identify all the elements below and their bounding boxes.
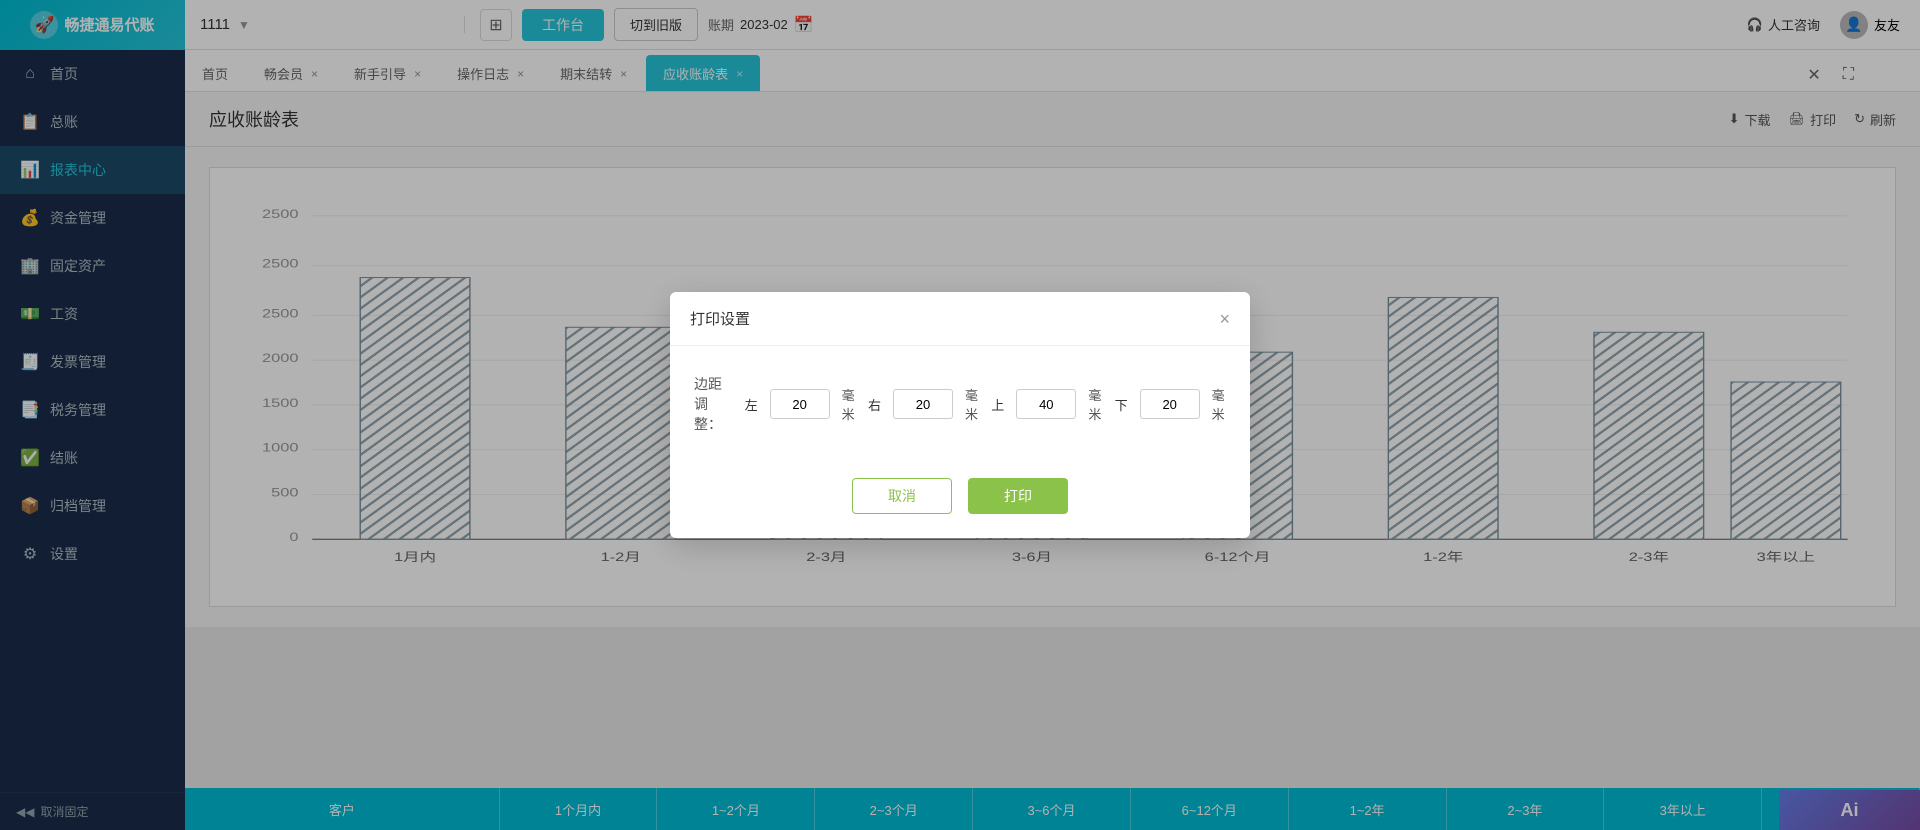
modal-header: 打印设置 × xyxy=(670,292,1250,346)
modal-body: 边距调整： 左 毫米 右 毫米 上 毫米 下 毫米 xyxy=(670,346,1250,462)
left-margin-input[interactable] xyxy=(770,389,830,419)
cancel-button[interactable]: 取消 xyxy=(852,478,952,514)
bottom-direction-label: 下 xyxy=(1115,395,1128,414)
print-confirm-button[interactable]: 打印 xyxy=(968,478,1068,514)
right-margin-input[interactable] xyxy=(893,389,953,419)
right-unit: 毫米 xyxy=(965,385,979,423)
left-direction-label: 左 xyxy=(745,395,758,414)
top-margin-input[interactable] xyxy=(1016,389,1076,419)
bottom-unit: 毫米 xyxy=(1212,385,1226,423)
margin-row: 边距调整： 左 毫米 右 毫米 上 毫米 下 毫米 xyxy=(694,374,1226,434)
margin-label: 边距调整： xyxy=(694,374,733,434)
bottom-margin-input[interactable] xyxy=(1140,389,1200,419)
modal-title: 打印设置 xyxy=(690,308,750,329)
modal-footer: 取消 打印 xyxy=(670,462,1250,538)
print-settings-modal: 打印设置 × 边距调整： 左 毫米 右 毫米 上 毫米 下 毫米 取消 打印 xyxy=(670,292,1250,538)
left-unit: 毫米 xyxy=(842,385,856,423)
modal-overlay: 打印设置 × 边距调整： 左 毫米 右 毫米 上 毫米 下 毫米 取消 打印 xyxy=(0,0,1920,830)
modal-close-button[interactable]: × xyxy=(1219,310,1230,328)
top-unit: 毫米 xyxy=(1088,385,1102,423)
right-direction-label: 右 xyxy=(868,395,881,414)
top-direction-label: 上 xyxy=(991,395,1004,414)
